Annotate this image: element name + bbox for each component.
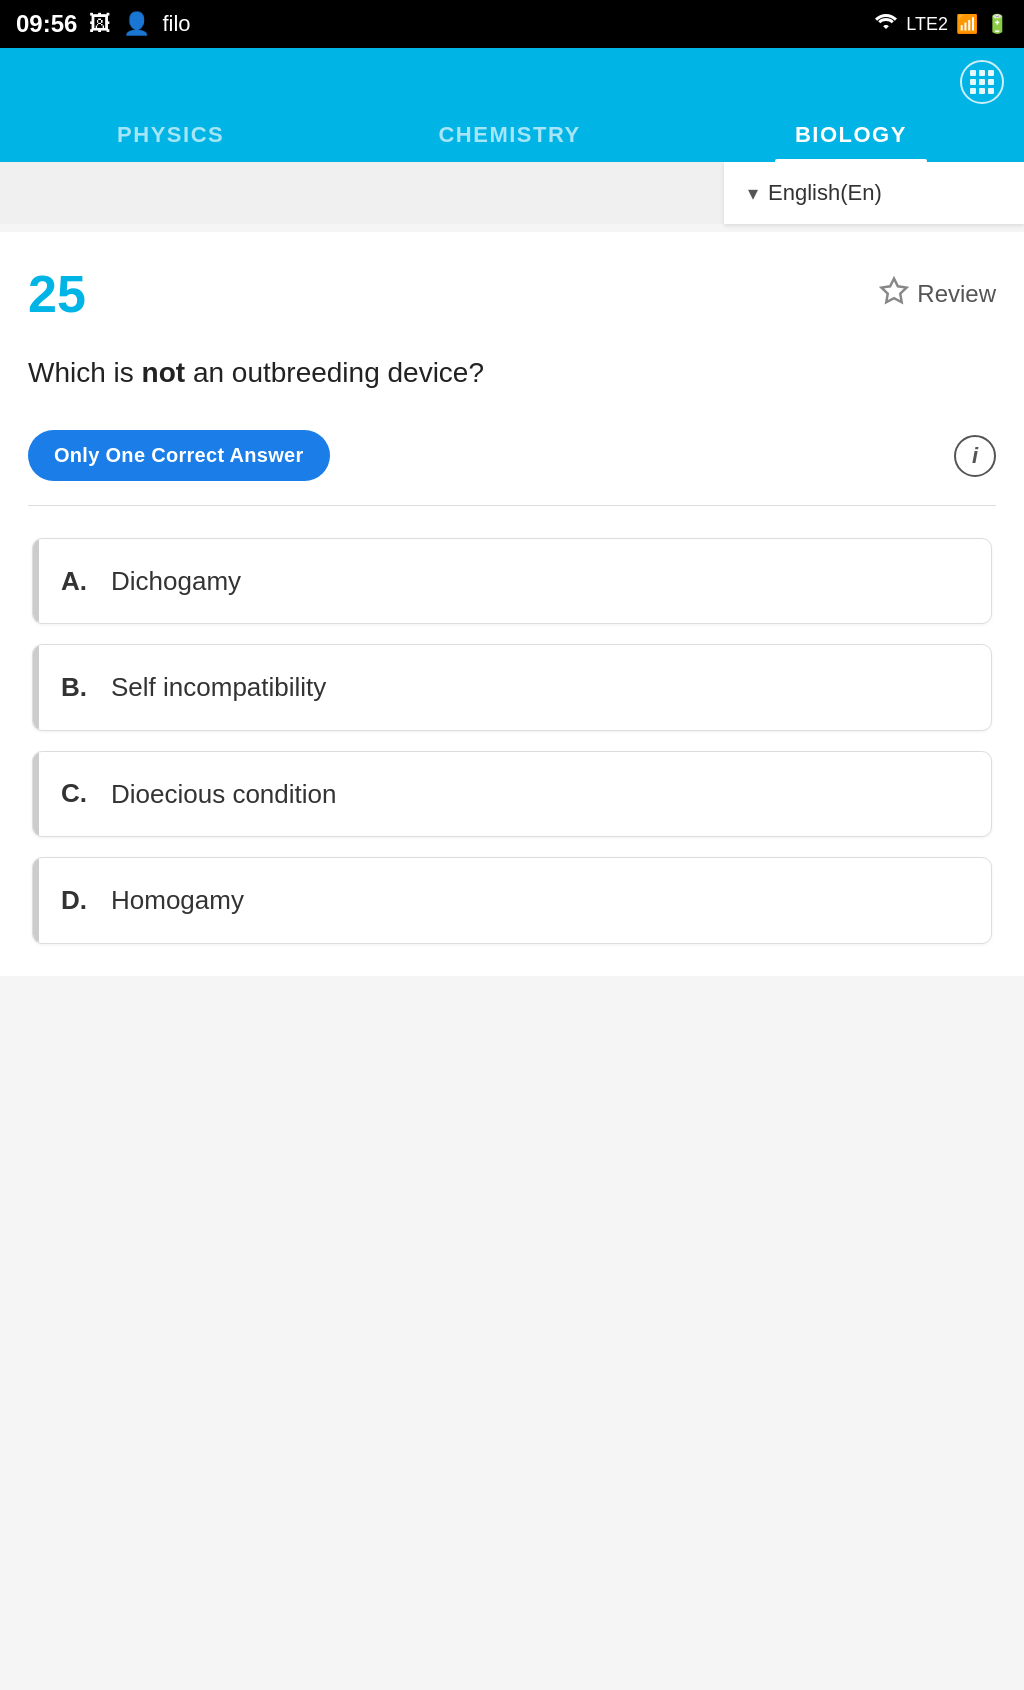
- svg-marker-0: [882, 278, 907, 302]
- chevron-down-icon: ▾: [748, 181, 758, 205]
- status-time: 09:56: [16, 10, 77, 38]
- main-content: 25 Review Which is not an outbreeding de…: [0, 232, 1024, 976]
- option-d-letter: D.: [61, 885, 91, 916]
- status-left: 09:56 🖼 👤 filo: [16, 10, 191, 38]
- info-label: i: [972, 443, 978, 469]
- tab-chemistry[interactable]: CHEMISTRY: [418, 108, 600, 162]
- option-c-content: C. Dioecious condition: [39, 752, 991, 836]
- status-bar: 09:56 🖼 👤 filo LTE2 📶 🔋: [0, 0, 1024, 48]
- question-number: 25: [28, 264, 86, 324]
- question-text: Which is not an outbreeding device?: [28, 352, 996, 394]
- option-a[interactable]: A. Dichogamy: [32, 538, 992, 624]
- option-c-text: Dioecious condition: [111, 776, 336, 812]
- answer-type-row: Only One Correct Answer i: [28, 430, 996, 481]
- option-a-text: Dichogamy: [111, 563, 241, 599]
- language-selector[interactable]: ▾ English(En): [724, 162, 1024, 224]
- option-d-content: D. Homogamy: [39, 858, 991, 942]
- review-label: Review: [917, 280, 996, 308]
- question-header: 25 Review: [28, 264, 996, 324]
- option-b-letter: B.: [61, 672, 91, 703]
- option-c-letter: C.: [61, 778, 91, 809]
- wifi-icon: [874, 13, 898, 36]
- option-d[interactable]: D. Homogamy: [32, 857, 992, 943]
- status-right: LTE2 📶 🔋: [874, 13, 1008, 36]
- section-divider: [28, 505, 996, 506]
- language-label: English(En): [768, 180, 882, 206]
- question-suffix: an outbreeding device?: [185, 357, 484, 388]
- account-icon: 👤: [123, 11, 150, 37]
- option-b-text: Self incompatibility: [111, 669, 326, 705]
- option-d-text: Homogamy: [111, 882, 244, 918]
- lte-label: LTE2: [906, 14, 948, 35]
- battery-icon: 🔋: [986, 13, 1008, 35]
- language-bar: ▾ English(En): [0, 162, 1024, 224]
- app-name-label: filo: [162, 11, 190, 37]
- tab-physics[interactable]: PHYSICS: [97, 108, 244, 162]
- image-icon: 🖼: [89, 11, 111, 37]
- options-list: A. Dichogamy B. Self incompatibility C. …: [28, 538, 996, 944]
- answer-type-badge[interactable]: Only One Correct Answer: [28, 430, 330, 481]
- option-c[interactable]: C. Dioecious condition: [32, 751, 992, 837]
- option-a-letter: A.: [61, 566, 91, 597]
- star-icon: [879, 276, 909, 313]
- info-button[interactable]: i: [954, 435, 996, 477]
- grid-menu-button[interactable]: [960, 60, 1004, 104]
- header-top: [0, 48, 1024, 108]
- grid-dots: [970, 70, 994, 94]
- question-bold: not: [142, 357, 186, 388]
- option-b-content: B. Self incompatibility: [39, 645, 991, 729]
- option-b[interactable]: B. Self incompatibility: [32, 644, 992, 730]
- review-button[interactable]: Review: [879, 276, 996, 313]
- option-a-content: A. Dichogamy: [39, 539, 991, 623]
- tab-biology[interactable]: BIOLOGY: [775, 108, 927, 162]
- app-header: PHYSICS CHEMISTRY BIOLOGY: [0, 48, 1024, 162]
- question-prefix: Which is: [28, 357, 142, 388]
- tab-navigation: PHYSICS CHEMISTRY BIOLOGY: [0, 108, 1024, 162]
- signal-icon: 📶: [956, 13, 978, 35]
